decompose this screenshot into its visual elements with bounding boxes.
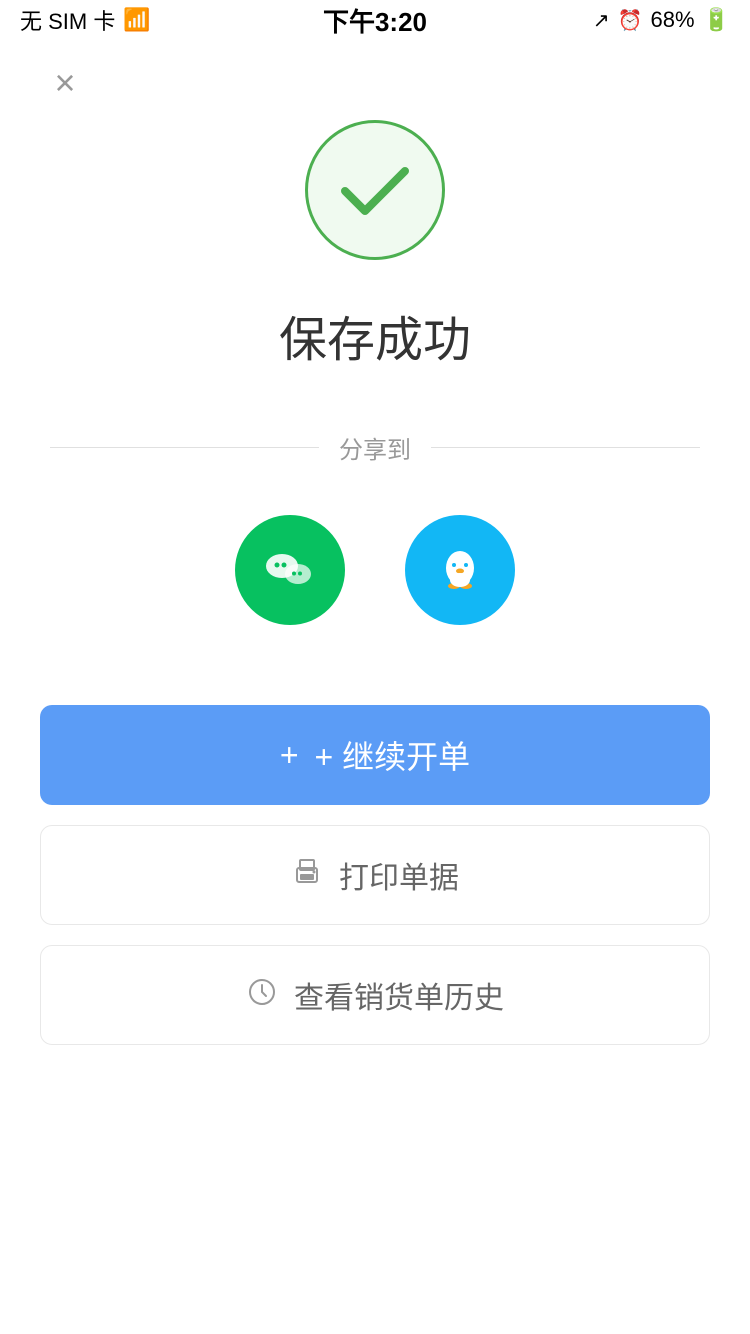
status-right: ↗ ⏰ 68% 🔋 [593, 7, 730, 33]
share-line-left [50, 447, 319, 448]
share-icons-container [235, 515, 515, 625]
close-icon: × [54, 65, 75, 101]
status-left: 无 SIM 卡 📶 [20, 4, 151, 36]
wifi-icon: 📶 [123, 7, 150, 33]
continue-create-button[interactable]: + + 继续开单 [40, 705, 710, 805]
share-divider: 分享到 [0, 430, 750, 465]
success-circle [305, 120, 445, 260]
qq-share-button[interactable] [405, 515, 515, 625]
wechat-share-button[interactable] [235, 515, 345, 625]
plus-icon: + [280, 737, 299, 774]
success-title: 保存成功 [279, 300, 471, 370]
status-time: 下午3:20 [323, 2, 427, 39]
battery-icon: 🔋 [703, 7, 730, 33]
no-sim-text: 无 SIM 卡 [20, 4, 115, 36]
clock-icon [246, 976, 278, 1015]
qq-icon [430, 540, 490, 600]
main-content: 保存成功 分享到 [0, 40, 750, 1334]
close-button[interactable]: × [40, 58, 90, 108]
print-button[interactable]: 打印单据 [40, 825, 710, 925]
alarm-icon: ⏰ [618, 8, 643, 33]
printer-icon [291, 856, 323, 895]
checkmark-icon [340, 163, 410, 218]
history-button[interactable]: 查看销货单历史 [40, 945, 710, 1045]
location-icon: ↗ [593, 8, 610, 33]
battery-text: 68% [651, 7, 695, 33]
history-label: 查看销货单历史 [294, 973, 504, 1017]
share-line-right [431, 447, 700, 448]
share-label: 分享到 [319, 430, 431, 465]
wechat-icon [260, 540, 320, 600]
actions-container: + + 继续开单 打印单据 查看销货单历史 [0, 705, 750, 1045]
print-label: 打印单据 [339, 853, 459, 897]
continue-create-label: + 继续开单 [315, 732, 471, 778]
status-bar: 无 SIM 卡 📶 下午3:20 ↗ ⏰ 68% 🔋 [0, 0, 750, 40]
